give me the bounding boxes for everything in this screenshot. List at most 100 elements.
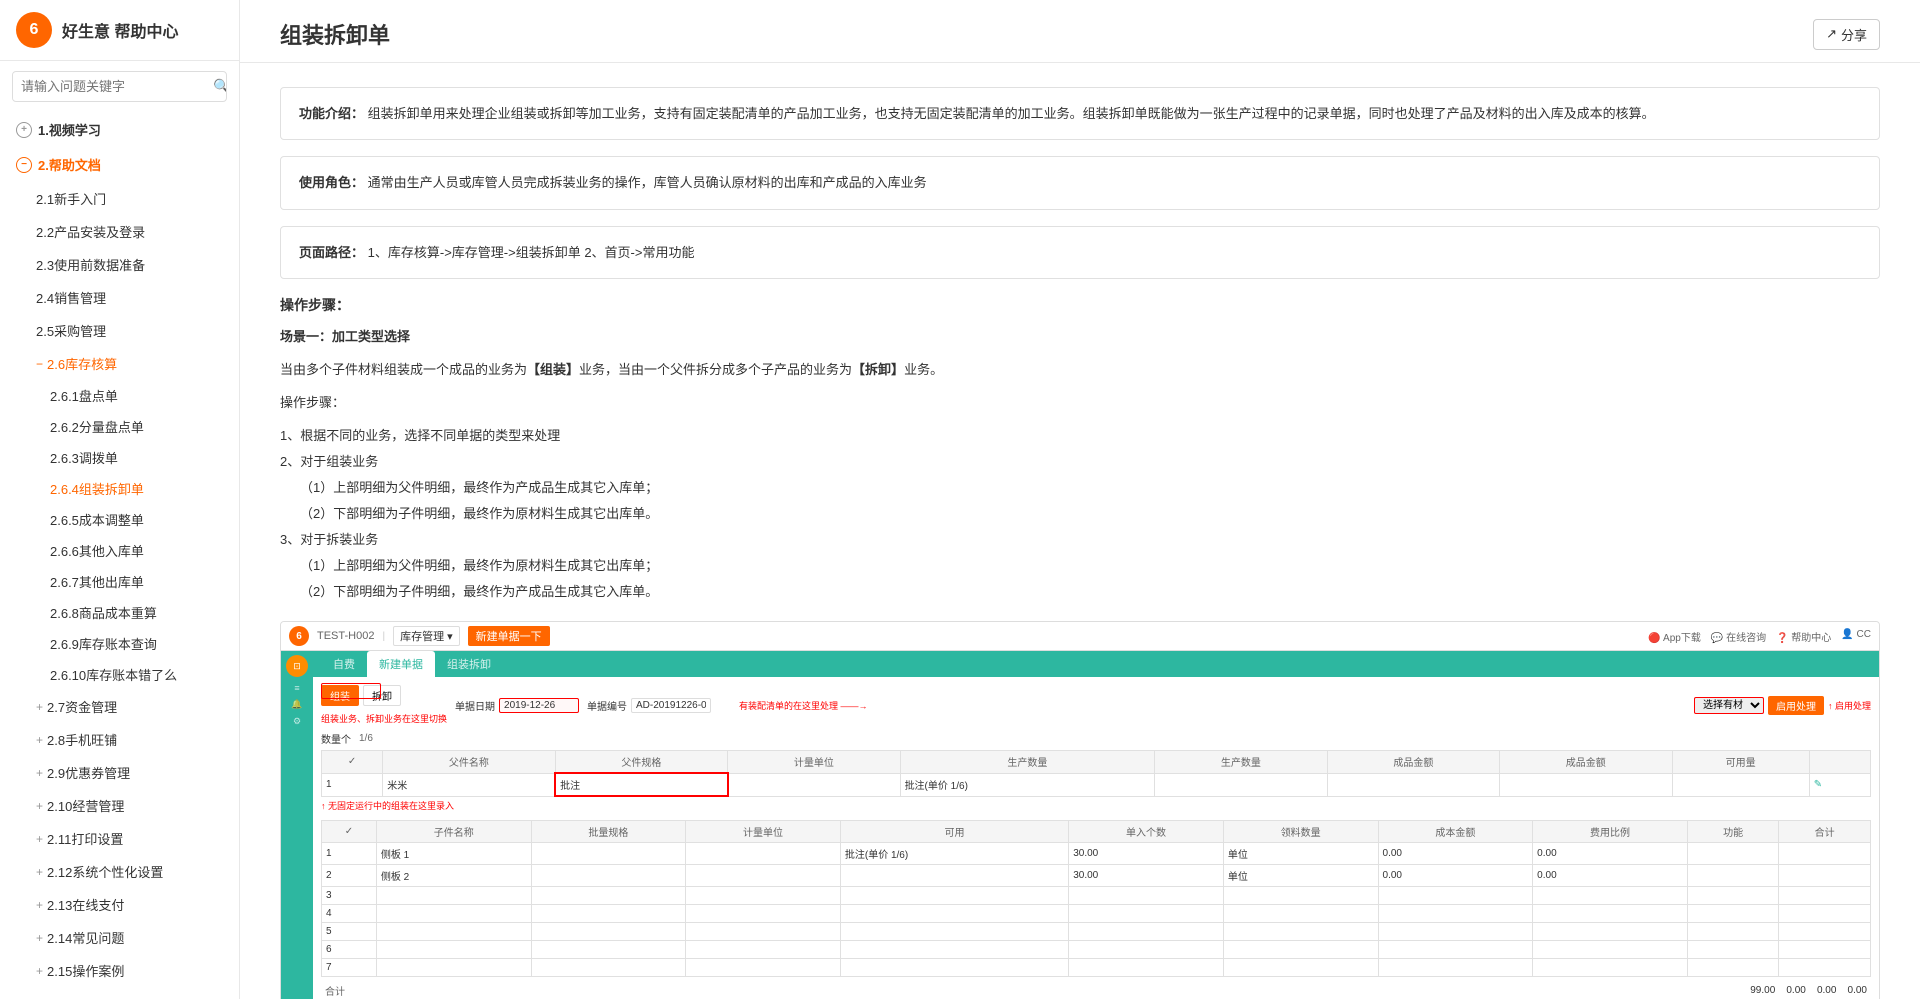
sidebar-item-sales[interactable]: 2.4销售管理 (0, 281, 239, 314)
sidebar-item-other-in[interactable]: 2.6.6其他入库单 (0, 535, 239, 566)
sidebar-item-finance[interactable]: + 2.7资金管理 (0, 690, 239, 723)
ss-body: ⊡ ≡ 🔔 ⚙ 自费 新建单据 组装拆卸 (281, 651, 1879, 999)
intro-text: 组装拆卸单用来处理企业组装或拆卸等加工业务，支持有固定装配清单的产品加工业务，也… (368, 106, 1655, 121)
sidebar-item-other-out[interactable]: 2.6.7其他出库单 (0, 566, 239, 597)
steps-list: 1、根据不同的业务，选择不同单据的类型来处理 2、对于组装业务 （1）上部明细为… (280, 423, 1880, 605)
path-label: 页面路径： (299, 245, 364, 260)
ss-th-prod-amt: 成品金额 (1327, 751, 1499, 774)
minus-icon: − (16, 157, 32, 173)
search-box[interactable]: 🔍 (12, 71, 227, 102)
sidebar-item-portion[interactable]: 2.6.2分量盘点单 (0, 411, 239, 442)
ss-th-prod-amt2: 成品金额 (1500, 751, 1672, 774)
share-button[interactable]: ↗ 分享 (1813, 19, 1880, 50)
sidebar-item-cost-adjust[interactable]: 2.6.5成本调整单 (0, 504, 239, 535)
ss-bottom-row-6: 6 (322, 941, 1871, 959)
screenshot-container: 6 TEST-H002 | 库存管理 ▾ 新建单据一下 🔴 App下载 💬 在线… (280, 621, 1880, 999)
ss-content: 组装 拆卸 组装业务、拆卸业务在这里切换 单据日期 (313, 677, 1879, 999)
ss-bth-unit-qty: 单入个数 (1069, 821, 1224, 843)
ss-bcell-name2: 侧板 2 (376, 865, 531, 887)
ss-top-cell-spec: 批注 (555, 773, 727, 796)
ss-top-table: ✓ 父件名称 父件规格 计量单位 生产数量 生产数量 成品金额 成品金额 (321, 750, 1871, 797)
ss-bth-func: 功能 (1687, 821, 1779, 843)
sidebar-item-inventory[interactable]: − 2.6库存核算 (0, 347, 239, 380)
sidebar-item-cases[interactable]: + 2.15操作案例 (0, 954, 239, 987)
sidebar-item-personal[interactable]: + 2.12系统个性化设置 (0, 855, 239, 888)
sidebar: 6 好生意 帮助中心 🔍 + 1.视频学习 − 2.帮助文档 2.1新手入门 2… (0, 0, 240, 999)
sidebar-item-mobile[interactable]: + 2.8手机旺铺 (0, 723, 239, 756)
ss-avatar: 👤 CC (1841, 629, 1871, 644)
ss-total-label: 合计 (325, 983, 345, 998)
main-content: 组装拆卸单 ↗ 分享 功能介绍： 组装拆卸单用来处理企业组装或拆卸等加工业务，支… (240, 0, 1920, 999)
ss-btn-disassembly[interactable]: 拆卸 (363, 685, 401, 706)
ss-bth-total: 合计 (1779, 821, 1871, 843)
ss-bcell-func1 (1687, 843, 1779, 865)
sidebar-item-online-pay[interactable]: + 2.13在线支付 (0, 888, 239, 921)
search-button[interactable]: 🔍 (205, 72, 227, 101)
ss-sidenav-icon1: ⊡ (286, 655, 308, 677)
ss-top-cell-amt1 (1327, 773, 1499, 796)
ss-bottom-row-5: 5 (322, 923, 1871, 941)
ss-qty-row: 数量个 1/6 (321, 731, 1871, 746)
sidebar-item-print[interactable]: + 2.11打印设置 (0, 822, 239, 855)
plus-print-icon: + (36, 832, 43, 846)
ss-icons: 🔴 App下载 💬 在线咨询 ❓ 帮助中心 👤 CC (1648, 629, 1871, 644)
ss-bottom-row-7: 7 (322, 959, 1871, 977)
sidebar-item-assembly[interactable]: 2.6.4组装拆卸单 (0, 473, 239, 504)
ops-title: 操作步骤： (280, 295, 1880, 315)
ss-th-avail: 可用量 (1672, 751, 1809, 774)
ss-bcell-mqty1: 单位 (1223, 843, 1378, 865)
sidebar-item-help[interactable]: − 2.帮助文档 (0, 147, 239, 182)
ss-select-area: 选择有材料单 (1694, 697, 1764, 714)
ss-tab-new[interactable]: 新建单据 (367, 651, 435, 677)
ss-tab-assembly2[interactable]: 组装拆卸 (435, 651, 503, 677)
sidebar-item-data-prep[interactable]: 2.3使用前数据准备 (0, 248, 239, 281)
ss-top-table-area: ✓ 父件名称 父件规格 计量单位 生产数量 生产数量 成品金额 成品金额 (321, 750, 1871, 812)
ss-th-prod-qty: 生产数量 (900, 751, 1155, 774)
ss-bcell-cost1: 0.00 (1378, 843, 1533, 865)
ss-qty-value: 1/6 (359, 733, 373, 744)
sidebar-item-transfer[interactable]: 2.6.3调拨单 (0, 442, 239, 473)
ss-date-input[interactable] (499, 698, 579, 713)
ss-nav-tabs: 自费 新建单据 组装拆卸 (313, 651, 1879, 677)
sidebar-item-wrong[interactable]: 2.6.10库存账本错了么 (0, 659, 239, 690)
ss-consult-icon: 💬 在线咨询 (1711, 629, 1766, 644)
ss-bottom-totals: 合计 99.00 0.00 0.00 0.00 (321, 981, 1871, 999)
ss-top-table-header: ✓ 父件名称 父件规格 计量单位 生产数量 生产数量 成品金额 成品金额 (322, 751, 1871, 774)
share-icon: ↗ (1826, 26, 1837, 42)
sidebar-item-faq[interactable]: + 2.14常见问题 (0, 921, 239, 954)
step-3-1: （1）上部明细为父件明细，最终作为原材料生成其它出库单； (300, 553, 1880, 579)
sidebar-item-manage[interactable]: + 2.10经营管理 (0, 789, 239, 822)
sidebar-item-newbie[interactable]: 2.1新手入门 (0, 182, 239, 215)
ss-bcell-total2 (1779, 865, 1871, 887)
search-input[interactable] (13, 73, 205, 100)
sidebar-item-purchase[interactable]: 2.5采购管理 (0, 314, 239, 347)
sidebar-item-ledger[interactable]: 2.6.9库存账本查询 (0, 628, 239, 659)
ss-code-input[interactable] (631, 698, 711, 713)
ss-bth-cost-ratio: 费用比例 (1533, 821, 1688, 843)
ss-dropdown: 库存管理 ▾ (393, 626, 460, 646)
ss-top-cell-edit[interactable]: ✎ (1809, 773, 1870, 796)
ss-material-select[interactable]: 选择有材料单 (1694, 697, 1764, 714)
ss-top-cell-qty1: 批注(单价 1/6) (900, 773, 1155, 796)
ss-top-cell-seq: 1 (322, 773, 383, 796)
ss-tab-home[interactable]: 自费 (321, 651, 367, 677)
ss-btn-assembly[interactable]: 组装 (321, 685, 359, 706)
ss-annotation-3: ↑ 启用处理 (1828, 699, 1871, 712)
ss-bcell-ratio1: 0.00 (1533, 843, 1688, 865)
role-label: 使用角色： (299, 175, 364, 190)
sidebar-item-cost-calc[interactable]: 2.6.8商品成本重算 (0, 597, 239, 628)
ss-form-row1: 组装 拆卸 组装业务、拆卸业务在这里切换 单据日期 (321, 685, 1871, 725)
sidebar-item-stocktake[interactable]: 2.6.1盘点单 (0, 380, 239, 411)
ss-processing-btn[interactable]: 启用处理 (1768, 696, 1824, 715)
ss-top-cell-amt2 (1500, 773, 1672, 796)
ss-top-cell-unit (728, 773, 900, 796)
ss-add-button[interactable]: 新建单据一下 (468, 626, 550, 646)
ss-bcell-spec1 (531, 843, 686, 865)
sidebar-item-video[interactable]: + 1.视频学习 (0, 112, 239, 147)
intro-label: 功能介绍： (299, 106, 364, 121)
intro-box: 功能介绍： 组装拆卸单用来处理企业组装或拆卸等加工业务，支持有固定装配清单的产品… (280, 87, 1880, 140)
ss-bcell-mqty2: 单位 (1223, 865, 1378, 887)
sidebar-item-install[interactable]: 2.2产品安装及登录 (0, 215, 239, 248)
role-text: 通常由生产人员或库管人员完成拆装业务的操作，库管人员确认原材料的出库和产成品的入… (368, 175, 927, 190)
sidebar-item-coupon[interactable]: + 2.9优惠券管理 (0, 756, 239, 789)
